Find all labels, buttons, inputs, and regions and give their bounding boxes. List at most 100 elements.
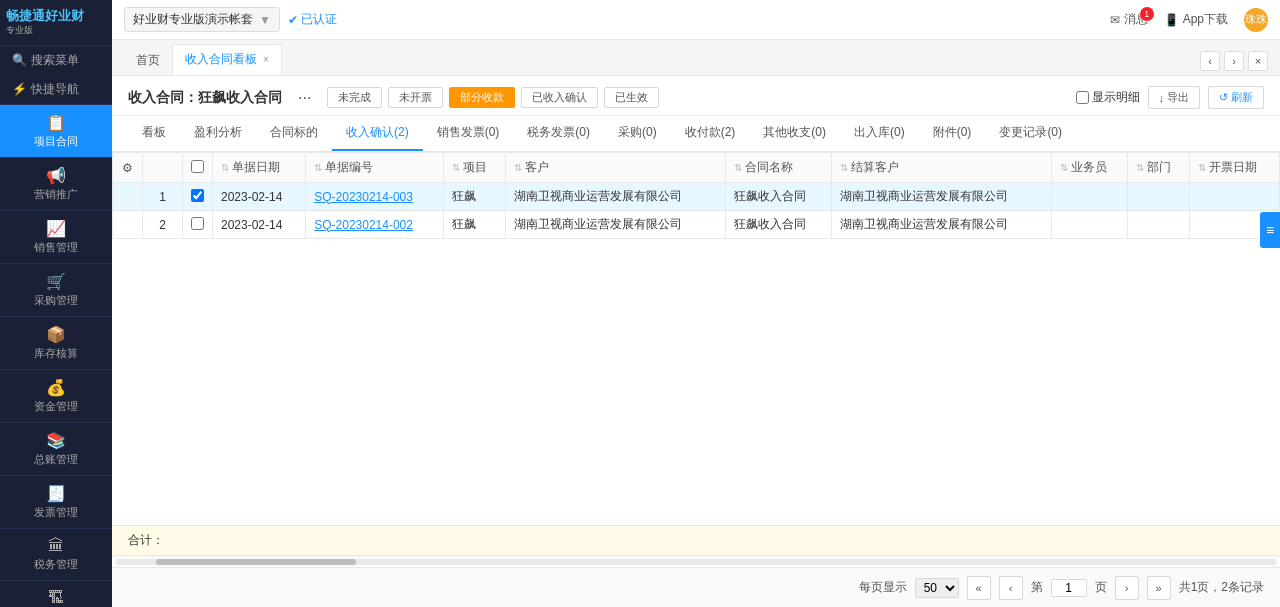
settings-icon[interactable]: ⚙: [122, 161, 133, 175]
tab-income-contract[interactable]: 收入合同看板 ×: [172, 44, 282, 75]
tab-dashboard[interactable]: 看板: [128, 116, 180, 151]
tab-close-all-btn[interactable]: ×: [1248, 51, 1268, 71]
export-btn[interactable]: ↓ 导出: [1148, 86, 1201, 109]
sidebar-item-project[interactable]: 📋 项目合同: [0, 105, 112, 158]
tab-attachment[interactable]: 附件(0): [919, 116, 986, 151]
row1-checkbox[interactable]: [191, 189, 204, 202]
more-options-btn[interactable]: ···: [292, 89, 317, 107]
tab-sales-invoice-label: 销售发票(0): [437, 125, 500, 139]
tab-contract-standard-label: 合同标的: [270, 125, 318, 139]
sidebar-item-label: 项目合同: [34, 134, 78, 149]
tab-prev-btn[interactable]: ‹: [1200, 51, 1220, 71]
app-sub: 专业版: [6, 24, 106, 37]
page-unit: 页: [1095, 579, 1107, 596]
tab-tax-invoice[interactable]: 税务发票(0): [513, 116, 604, 151]
show-detail-checkbox[interactable]: [1076, 91, 1089, 104]
sort-icon: ⇅: [452, 162, 460, 173]
row2-salesman: [1051, 211, 1127, 239]
tab-profit[interactable]: 盈利分析: [180, 116, 256, 151]
next-page-btn[interactable]: ›: [1115, 576, 1139, 600]
sidebar-item-invoice[interactable]: 🧾 发票管理: [0, 476, 112, 529]
scroll-thumb[interactable]: [156, 559, 356, 565]
quick-nav-btn[interactable]: ⚡ 快捷导航: [0, 75, 112, 105]
company-select[interactable]: 好业财专业版演示帐套 ▼: [124, 7, 280, 32]
row2-bill-no-link[interactable]: SQ-20230214-002: [314, 218, 413, 232]
sidebar-item-sales[interactable]: 📈 销售管理: [0, 211, 112, 264]
table-row[interactable]: 1 2023-02-14 SQ-20230214-003 狂飙 湖南卫视商业运营…: [113, 183, 1280, 211]
per-page-label: 每页显示: [859, 579, 907, 596]
row2-checkbox[interactable]: [191, 217, 204, 230]
status-active[interactable]: 已生效: [604, 87, 659, 108]
app-download-btn[interactable]: 📱 App下载: [1164, 11, 1228, 28]
status-partial[interactable]: 部分收款: [449, 87, 515, 108]
tab-contract-standard[interactable]: 合同标的: [256, 116, 332, 151]
purchase-icon: 🛒: [46, 272, 66, 291]
table-row[interactable]: 2 2023-02-14 SQ-20230214-002 狂飙 湖南卫视商业运营…: [113, 211, 1280, 239]
project-icon: 📋: [46, 113, 66, 132]
tab-sales-invoice[interactable]: 销售发票(0): [423, 116, 514, 151]
row1-bill-no[interactable]: SQ-20230214-003: [306, 183, 444, 211]
total-label: 合计：: [128, 532, 164, 549]
show-detail-toggle[interactable]: 显示明细: [1076, 89, 1140, 106]
app-name: 畅捷通好业财: [6, 8, 106, 24]
sidebar-item-general[interactable]: 📚 总账管理: [0, 423, 112, 476]
contract-status-bar: 未完成 未开票 部分收款 已收入确认 已生效: [327, 87, 659, 108]
sidebar-item-inventory[interactable]: 📦 库存核算: [0, 317, 112, 370]
tab-close-btn[interactable]: ×: [263, 54, 269, 65]
th-settlement-customer: ⇅ 结算客户: [831, 153, 1051, 183]
th-project-label: 项目: [463, 159, 487, 176]
sidebar-item-purchase[interactable]: 🛒 采购管理: [0, 264, 112, 317]
last-page-btn[interactable]: »: [1147, 576, 1171, 600]
th-department: ⇅ 部门: [1127, 153, 1189, 183]
tab-warehouse-label: 出入库(0): [854, 125, 905, 139]
first-page-btn[interactable]: «: [967, 576, 991, 600]
tab-payment[interactable]: 收付款(2): [671, 116, 750, 151]
select-all-checkbox[interactable]: [191, 160, 204, 173]
sidebar-item-label: 销售管理: [34, 240, 78, 255]
row2-bill-no[interactable]: SQ-20230214-002: [306, 211, 444, 239]
tab-nav: ‹ › ×: [1200, 51, 1268, 75]
export-label: 导出: [1167, 90, 1189, 105]
status-uninvoiced[interactable]: 未开票: [388, 87, 443, 108]
right-panel-toggle[interactable]: ≡: [1260, 212, 1280, 248]
refresh-icon: ↺: [1219, 91, 1228, 104]
tab-purchase[interactable]: 采购(0): [604, 116, 671, 151]
status-unfinished[interactable]: 未完成: [327, 87, 382, 108]
tab-income-confirm[interactable]: 收入确认(2): [332, 116, 423, 151]
tab-warehouse[interactable]: 出入库(0): [840, 116, 919, 151]
tab-home[interactable]: 首页: [124, 46, 172, 75]
refresh-btn[interactable]: ↺ 刷新: [1208, 86, 1264, 109]
sort-icon: ⇅: [840, 162, 848, 173]
page-input[interactable]: [1051, 579, 1087, 597]
quick-nav-label: 快捷导航: [31, 81, 79, 98]
sidebar-item-marketing[interactable]: 📢 营销推广: [0, 158, 112, 211]
contract-title-name: 狂飙收入合同: [198, 89, 282, 105]
tab-next-btn[interactable]: ›: [1224, 51, 1244, 71]
row1-date: 2023-02-14: [213, 183, 306, 211]
general-icon: 📚: [46, 431, 66, 450]
sidebar-item-fund[interactable]: 💰 资金管理: [0, 370, 112, 423]
th-num: [143, 153, 183, 183]
sidebar-item-fixed[interactable]: 🏗 固定资产: [0, 581, 112, 607]
row1-bill-no-link[interactable]: SQ-20230214-003: [314, 190, 413, 204]
th-bill-no: ⇅ 单据编号: [306, 153, 444, 183]
scroll-bar-area: [112, 555, 1280, 567]
sidebar-item-tax[interactable]: 🏛 税务管理: [0, 529, 112, 581]
user-avatar-area[interactable]: 珠珠: [1244, 8, 1268, 32]
tab-change-log[interactable]: 变更记录(0): [985, 116, 1076, 151]
th-settings: ⚙: [113, 153, 143, 183]
th-customer-label: 客户: [525, 159, 549, 176]
message-btn[interactable]: ✉ 消息 1: [1110, 11, 1148, 28]
status-confirmed[interactable]: 已收入确认: [521, 87, 598, 108]
row2-settings: [113, 211, 143, 239]
header-left: 好业财专业版演示帐套 ▼ ✔ 已认证: [124, 7, 337, 32]
prev-page-btn[interactable]: ‹: [999, 576, 1023, 600]
contract-title: 收入合同：狂飙收入合同: [128, 89, 282, 107]
sidebar-search[interactable]: 🔍 搜索菜单: [0, 46, 112, 75]
tab-income-confirm-label: 收入确认(2): [346, 125, 409, 139]
row1-department: [1127, 183, 1189, 211]
tab-other-income[interactable]: 其他收支(0): [749, 116, 840, 151]
tabs-bar: 首页 收入合同看板 × ‹ › ×: [112, 40, 1280, 76]
search-icon: 🔍: [12, 53, 27, 67]
per-page-select[interactable]: 50: [915, 578, 959, 598]
